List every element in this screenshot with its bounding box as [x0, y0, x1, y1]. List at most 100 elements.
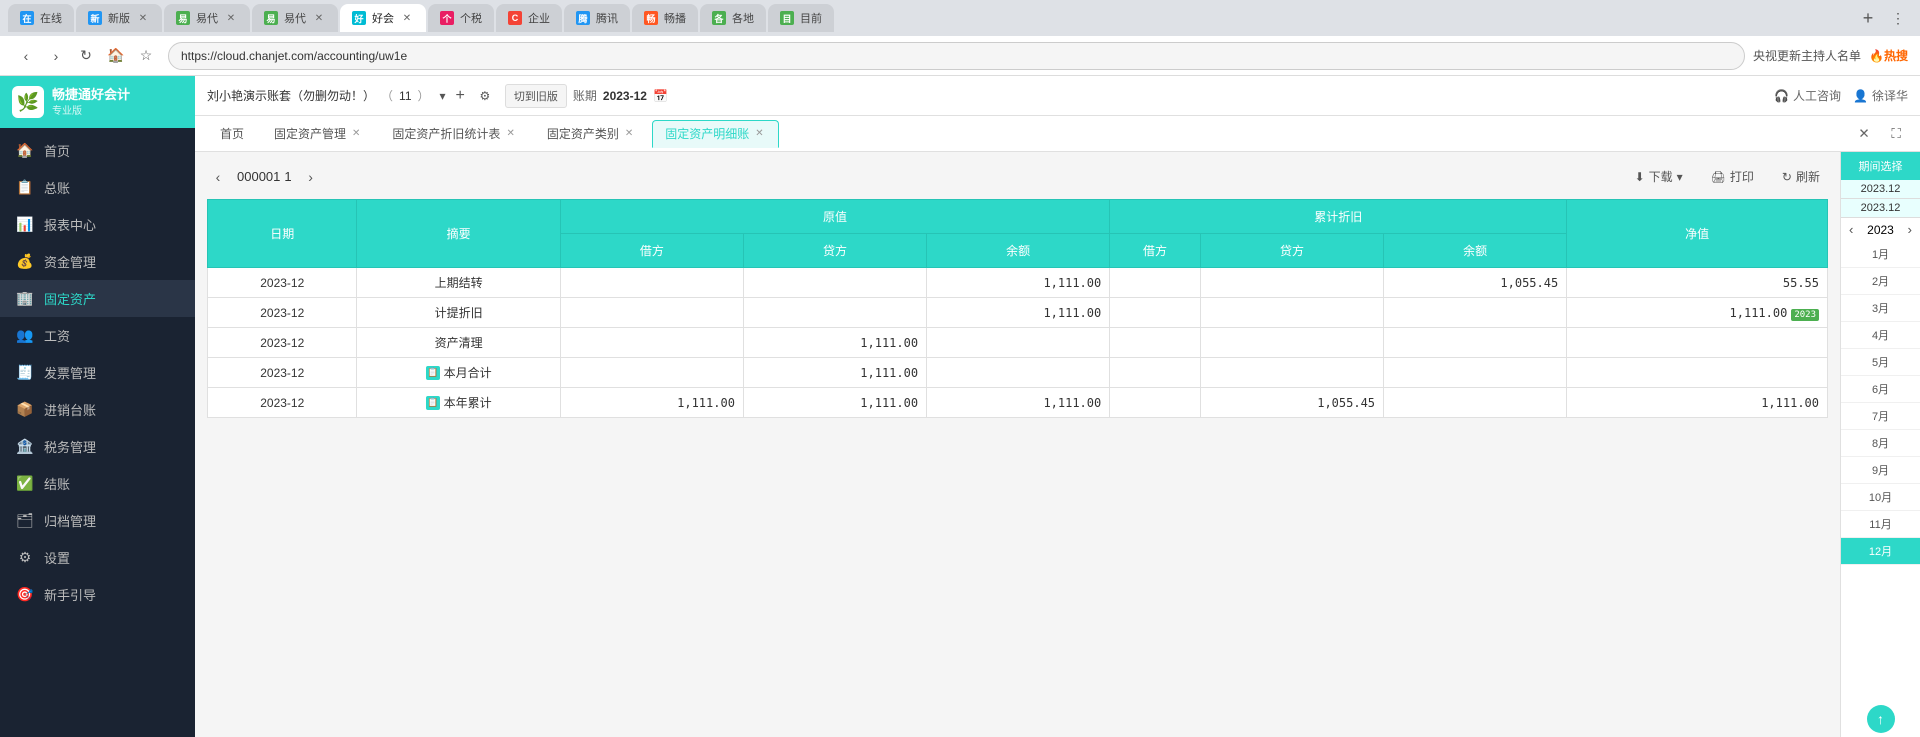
home-button[interactable]: 🏠 [102, 42, 130, 70]
tab-close-icon[interactable]: ✕ [312, 11, 326, 25]
download-button[interactable]: ⬇ 下载 ▾ [1627, 164, 1691, 189]
period-month-item[interactable]: 7月 [1841, 403, 1920, 430]
top-bar-left: 刘小艳演示账套（勿删勿动！） （ 11 ） ▾ + ⚙ 切到旧版 账期 2023… [207, 82, 668, 110]
sidebar-item-invoice[interactable]: 🧾发票管理 [0, 354, 195, 391]
cell-date: 2023-12 [208, 328, 357, 358]
sidebar-icon-invoice: 🧾 [16, 364, 34, 382]
period-selected-end: 2023.12 [1841, 199, 1920, 218]
back-button[interactable]: ‹ [12, 42, 40, 70]
browser-tab-t7[interactable]: C企业 [496, 4, 562, 32]
switch-version-button[interactable]: 切到旧版 [505, 84, 567, 108]
sidebar-item-guide[interactable]: 🎯新手引导 [0, 576, 195, 613]
user-icon: 👤 [1853, 89, 1868, 103]
print-button[interactable]: 🖨 打印 [1703, 164, 1762, 189]
browser-menu-button[interactable]: ⋮ [1884, 4, 1912, 32]
browser-tab-t11[interactable]: 目目前 [768, 4, 834, 32]
support-button[interactable]: 🎧 人工咨询 [1774, 87, 1841, 104]
sidebar-item-archive[interactable]: 🗂归档管理 [0, 502, 195, 539]
page-tab-home[interactable]: 首页 [207, 120, 257, 148]
sidebar-item-settings[interactable]: ⚙ 设置 [0, 539, 195, 576]
period-edit-button[interactable]: 📅 [653, 89, 668, 103]
cell-date: 2023-12 [208, 388, 357, 418]
browser-tab-t8[interactable]: 腾腾讯 [564, 4, 630, 32]
period-month-item[interactable]: 4月 [1841, 322, 1920, 349]
page-tab-bar: 首页固定资产管理✕固定资产折旧统计表✕固定资产类别✕固定资产明细账✕ ✕ ⛶ [195, 116, 1920, 152]
period-month-item[interactable]: 11月 [1841, 511, 1920, 538]
col-date: 日期 [208, 200, 357, 268]
sidebar-item-reports[interactable]: 📊报表中心 [0, 206, 195, 243]
page-tab-close[interactable]: ✕ [350, 128, 362, 139]
period-selected-start: 2023.12 [1841, 180, 1920, 199]
page-tab-depreciation-stat[interactable]: 固定资产折旧统计表✕ [379, 120, 529, 148]
hot-search-label[interactable]: 🔥热搜 [1869, 47, 1908, 64]
period-month-item[interactable]: 9月 [1841, 457, 1920, 484]
sidebar-item-home[interactable]: 🏠首页 [0, 132, 195, 169]
cell-acc-debit [1110, 298, 1201, 328]
page-tab-asset-detail[interactable]: 固定资产明细账✕ [652, 120, 778, 148]
page-tab-asset-category[interactable]: 固定资产类别✕ [534, 120, 648, 148]
browser-tab-t3[interactable]: 易易代✕ [164, 4, 250, 32]
table-row: 2023-12 资产清理 1,111.00 [208, 328, 1828, 358]
user-profile[interactable]: 👤 徐译华 [1853, 87, 1908, 104]
sidebar-icon-settings: ⚙ [16, 549, 34, 567]
sidebar-icon-tax: 🏦 [16, 438, 34, 456]
prev-year-button[interactable]: ‹ [1849, 222, 1853, 237]
cell-summary: 上期结转 [357, 268, 560, 298]
sidebar-icon-archive: 🗂 [16, 512, 34, 530]
settings-icon-btn[interactable]: ⚙ [471, 82, 499, 110]
address-input[interactable] [168, 42, 1745, 70]
period-month-item[interactable]: 1月 [1841, 241, 1920, 268]
scroll-up-button[interactable]: ↑ [1867, 705, 1895, 733]
next-account-button[interactable]: › [300, 166, 322, 188]
maximize-tab-button[interactable]: ⛶ [1884, 122, 1908, 146]
period-month-item[interactable]: 3月 [1841, 295, 1920, 322]
period-month-item[interactable]: 8月 [1841, 430, 1920, 457]
page-tab-close[interactable]: ✕ [753, 128, 765, 139]
browser-tab-t1[interactable]: 在在线 [8, 4, 74, 32]
tab-close-icon[interactable]: ✕ [224, 11, 238, 25]
period-month-item[interactable]: 10月 [1841, 484, 1920, 511]
next-year-button[interactable]: › [1908, 222, 1912, 237]
period-month-item[interactable]: 2月 [1841, 268, 1920, 295]
tab-close-icon[interactable]: ✕ [400, 11, 414, 25]
close-tab-button[interactable]: ✕ [1852, 122, 1876, 146]
period-month-item[interactable]: 5月 [1841, 349, 1920, 376]
account-count: 11 [399, 89, 411, 103]
account-dropdown[interactable]: ▾ [436, 82, 450, 110]
page-tab-close[interactable]: ✕ [623, 128, 635, 139]
logo-text-block: 畅捷通好会计 专业版 [52, 87, 130, 118]
sidebar-item-inventory[interactable]: 📦进销台账 [0, 391, 195, 428]
sidebar-item-general-ledger[interactable]: 📋总账 [0, 169, 195, 206]
page-tab-fixed-asset-mgmt[interactable]: 固定资产管理✕ [261, 120, 375, 148]
browser-tab-t5[interactable]: 好好会✕ [340, 4, 426, 32]
add-account-button[interactable]: + [456, 87, 465, 105]
browser-tab-t2[interactable]: 新新版✕ [76, 4, 162, 32]
browser-tab-t4[interactable]: 易易代✕ [252, 4, 338, 32]
address-bar: ‹ › ↻ 🏠 ☆ 央视更新主持人名单 🔥热搜 [0, 36, 1920, 76]
period-month-item[interactable]: 12月 [1841, 538, 1920, 565]
tab-close-icon[interactable]: ✕ [136, 11, 150, 25]
sidebar-item-fixed-assets[interactable]: 🏢固定资产 [0, 280, 195, 317]
forward-button[interactable]: › [42, 42, 70, 70]
new-tab-button[interactable]: + [1856, 6, 1880, 30]
sidebar-item-payroll[interactable]: 👥工资 [0, 317, 195, 354]
cell-summary: 📋本年累计 [357, 388, 560, 418]
reload-button[interactable]: ↻ [72, 42, 100, 70]
sidebar-label-settings: 设置 [44, 548, 70, 567]
prev-account-button[interactable]: ‹ [207, 166, 229, 188]
sidebar-label-fixed-assets: 固定资产 [44, 289, 96, 308]
browser-tab-t9[interactable]: 畅畅播 [632, 4, 698, 32]
cell-summary: 📋本月合计 [357, 358, 560, 388]
refresh-button[interactable]: ↻ 刷新 [1774, 164, 1828, 189]
bookmark-button[interactable]: ☆ [132, 42, 160, 70]
sidebar-item-settlement[interactable]: ✅结账 [0, 465, 195, 502]
page-tab-close[interactable]: ✕ [504, 128, 516, 139]
tab-favicon: 各 [712, 11, 726, 25]
sidebar-item-tax[interactable]: 🏦税务管理 [0, 428, 195, 465]
browser-tab-t10[interactable]: 各各地 [700, 4, 766, 32]
logo-sub-text: 专业版 [52, 102, 130, 117]
period-month-item[interactable]: 6月 [1841, 376, 1920, 403]
sidebar-item-funds[interactable]: 💰资金管理 [0, 243, 195, 280]
search-query: 央视更新主持人名单 [1753, 47, 1861, 64]
browser-tab-t6[interactable]: 个个税 [428, 4, 494, 32]
